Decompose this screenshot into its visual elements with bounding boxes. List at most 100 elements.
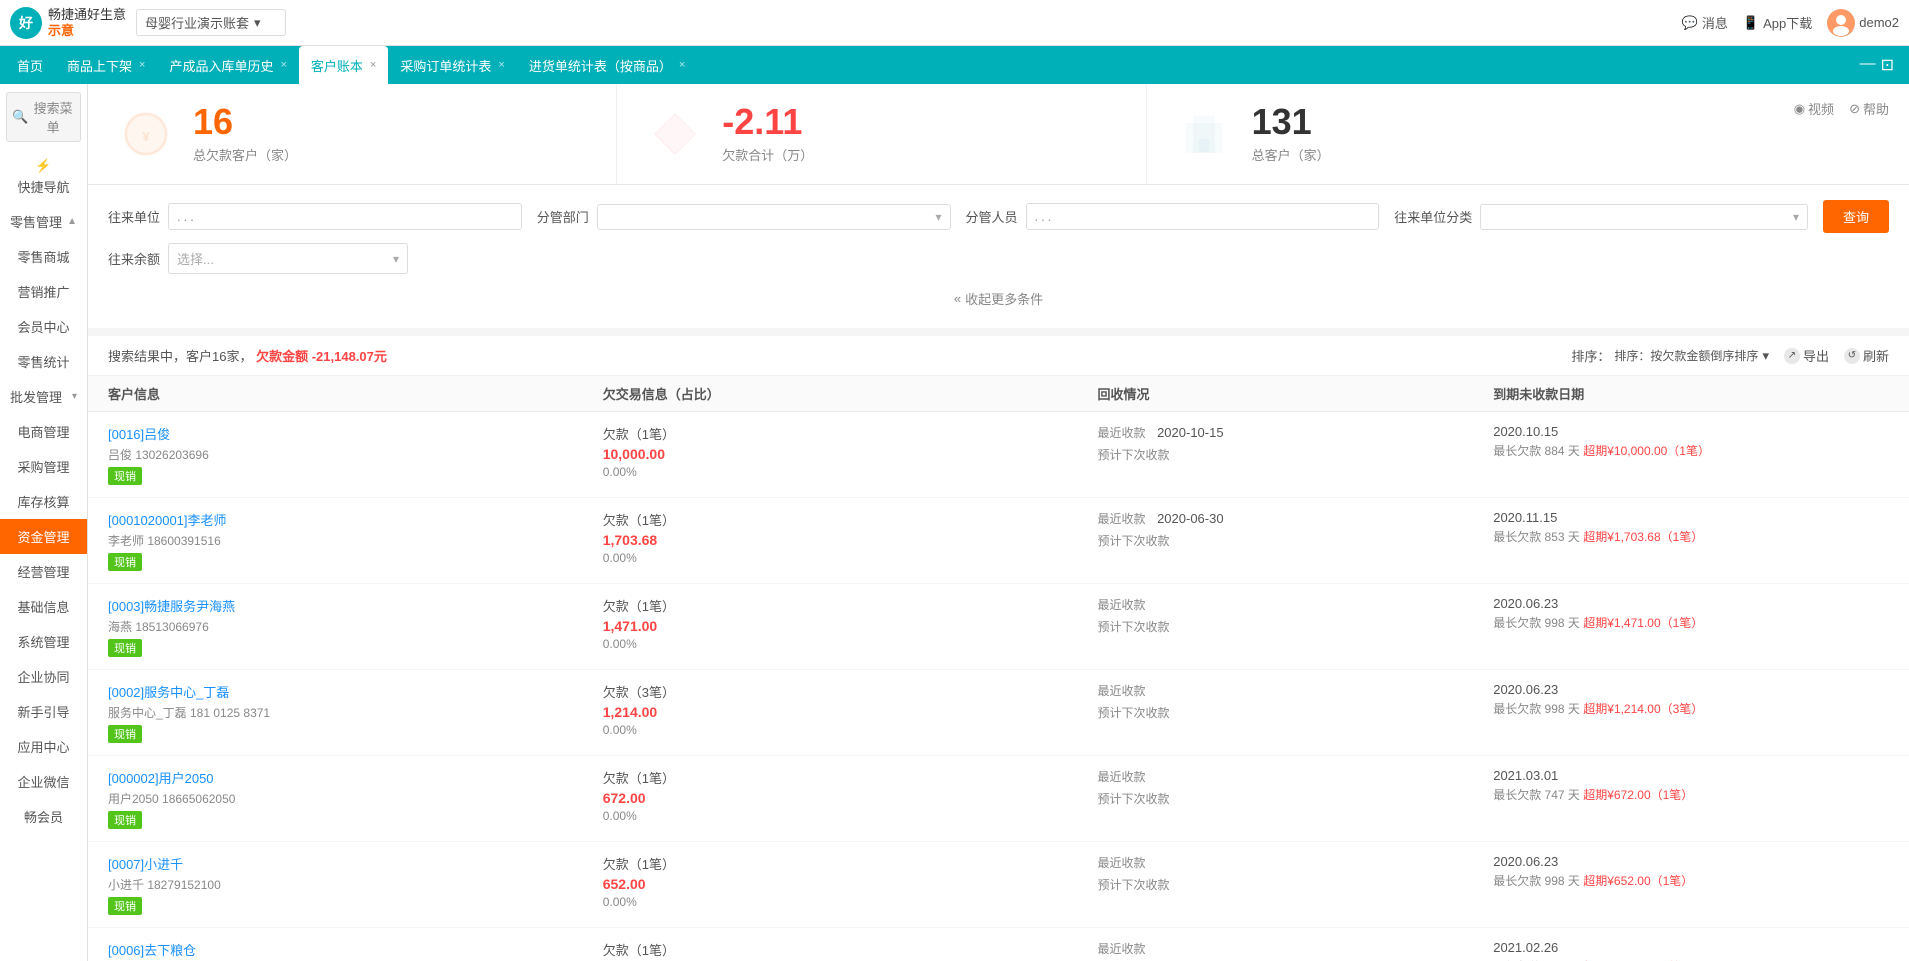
overdue-link-5[interactable]: 超期¥652.00（1笔） bbox=[1583, 874, 1693, 888]
app-download-button[interactable]: 📱 App下载 bbox=[1743, 13, 1812, 32]
top-bar: 好 畅捷通好生意 示意 母婴行业演示账套 ▾ 💬 消息 📱 App下载 bbox=[0, 0, 1909, 46]
sidebar-item-retail-mgmt[interactable]: 零售管理 ▲ bbox=[0, 204, 87, 239]
close-tab-products-icon[interactable]: × bbox=[139, 59, 145, 71]
tab-home[interactable]: 首页 bbox=[5, 46, 55, 84]
customer-name-6[interactable]: [0006]去下粮仓 bbox=[108, 940, 603, 959]
close-tab-customer-icon[interactable]: × bbox=[370, 59, 376, 71]
overdue-link-0[interactable]: 超期¥10,000.00（1笔） bbox=[1583, 444, 1710, 458]
refresh-button[interactable]: ↺ 刷新 bbox=[1844, 346, 1889, 365]
stat-info-total-customers: 131 总客户（家） bbox=[1252, 104, 1330, 164]
overdue-link-2[interactable]: 超期¥1,471.00（1笔） bbox=[1583, 616, 1703, 630]
sidebar-item-basic-info[interactable]: 基础信息 bbox=[0, 589, 87, 624]
sidebar-item-retail-stats[interactable]: 零售统计 bbox=[0, 344, 87, 379]
tab-production-history[interactable]: 产成品入库单历史 × bbox=[157, 46, 298, 84]
table-row: [0016]吕俊 吕俊 13026203696 现销 欠款（1笔） 10,000… bbox=[88, 412, 1909, 498]
sidebar-item-new-guide[interactable]: 新手引导 bbox=[0, 694, 87, 729]
from-unit-dots: ... bbox=[177, 209, 197, 224]
customer-info-4: [000002]用户2050 用户2050 18665062050 现销 bbox=[108, 768, 603, 829]
filter-collapse-area: « 收起更多条件 bbox=[108, 284, 1889, 313]
customer-name-4[interactable]: [000002]用户2050 bbox=[108, 768, 603, 787]
sidebar-item-vip-member[interactable]: 畅会员 bbox=[0, 799, 87, 834]
query-button[interactable]: 查询 bbox=[1823, 200, 1889, 233]
tab-products-off[interactable]: 商品上下架 × bbox=[55, 46, 157, 84]
tab-purchase-stats[interactable]: 采购订单统计表 × bbox=[388, 46, 516, 84]
export-icon: ↗ bbox=[1784, 348, 1800, 364]
tab-stock-stats[interactable]: 进货单统计表（按商品） × bbox=[517, 46, 697, 84]
dept-select[interactable]: ▾ bbox=[597, 204, 951, 230]
sidebar-item-finance[interactable]: 资金管理 bbox=[0, 519, 87, 554]
from-unit-label: 往来单位 bbox=[108, 207, 160, 226]
company-selector[interactable]: 母婴行业演示账套 ▾ bbox=[136, 9, 286, 36]
sidebar-item-inventory[interactable]: 库存核算 bbox=[0, 484, 87, 519]
tab-bar: 首页 商品上下架 × 产成品入库单历史 × 客户账本 × 采购订单统计表 × 进… bbox=[0, 46, 1909, 84]
sidebar-item-batch-mgmt[interactable]: 批发管理 ▾ bbox=[0, 379, 87, 414]
stat-label-total-customers: 总客户（家） bbox=[1252, 145, 1330, 164]
avatar bbox=[1827, 9, 1855, 37]
customer-name-1[interactable]: [0001020001]李老师 bbox=[108, 510, 603, 529]
sidebar-item-marketing[interactable]: 营销推广 bbox=[0, 274, 87, 309]
tab-actions: — ⊡ bbox=[1850, 55, 1904, 75]
export-button[interactable]: ↗ 导出 bbox=[1784, 346, 1829, 365]
maximize-tab-icon[interactable]: ⊡ bbox=[1881, 55, 1894, 75]
user-avatar-area[interactable]: demo2 bbox=[1827, 9, 1899, 37]
debt-count-4: 欠款（1笔） bbox=[603, 768, 1098, 787]
video-link[interactable]: ◉ 视频 bbox=[1794, 99, 1834, 118]
double-arrow-up-icon: « bbox=[954, 291, 961, 306]
due-detail-3: 最长欠款 998 天 超期¥1,214.00（3笔） bbox=[1493, 700, 1889, 717]
sidebar-item-quick-nav[interactable]: ⚡ 快捷导航 bbox=[0, 150, 87, 204]
sidebar-item-app-center[interactable]: 应用中心 bbox=[0, 729, 87, 764]
customer-name-0[interactable]: [0016]吕俊 bbox=[108, 424, 603, 443]
table-body: [0016]吕俊 吕俊 13026203696 现销 欠款（1笔） 10,000… bbox=[88, 412, 1909, 961]
sidebar-item-purchase[interactable]: 采购管理 bbox=[0, 449, 87, 484]
top-bar-right: 💬 消息 📱 App下载 demo2 bbox=[1682, 9, 1899, 37]
filter-unit-category: 往来单位分类 ▾ bbox=[1394, 204, 1808, 230]
sidebar-item-member[interactable]: 会员中心 bbox=[0, 309, 87, 344]
logo-icon: 好 bbox=[10, 7, 42, 39]
collapse-button[interactable]: « 收起更多条件 bbox=[954, 289, 1043, 308]
from-unit-input[interactable]: ... bbox=[168, 203, 522, 230]
customer-info-3: [0002]服务中心_丁磊 服务中心_丁磊 181 0125 8371 现销 bbox=[108, 682, 603, 743]
minimize-tab-icon[interactable]: — bbox=[1860, 55, 1876, 75]
customer-info-6: [0006]去下粮仓 陈小希 现销 bbox=[108, 940, 603, 961]
sidebar-item-retail-mall[interactable]: 零售商城 bbox=[0, 239, 87, 274]
overdue-link-3[interactable]: 超期¥1,214.00（3笔） bbox=[1583, 702, 1703, 716]
sidebar-item-operations[interactable]: 经营管理 bbox=[0, 554, 87, 589]
balance-select[interactable]: 选择... ▾ bbox=[168, 243, 408, 274]
sort-select[interactable]: 排序： 排序：按欠款金额倒序排序 ▾ bbox=[1571, 346, 1769, 365]
debt-info-4: 欠款（1笔） 672.00 0.00% bbox=[603, 768, 1098, 823]
sidebar-item-enterprise-wechat[interactable]: 企业微信 bbox=[0, 764, 87, 799]
help-link[interactable]: ⊘ 帮助 bbox=[1849, 99, 1889, 118]
username: demo2 bbox=[1859, 15, 1899, 30]
sidebar-item-enterprise-collab[interactable]: 企业协同 bbox=[0, 659, 87, 694]
customer-info-1: [0001020001]李老师 李老师 18600391516 现销 bbox=[108, 510, 603, 571]
close-tab-purchase-icon[interactable]: × bbox=[498, 59, 504, 71]
close-tab-stock-icon[interactable]: × bbox=[679, 59, 685, 71]
customer-name-5[interactable]: [0007]小进千 bbox=[108, 854, 603, 873]
search-icon: 🔍 bbox=[12, 109, 28, 125]
customer-name-3[interactable]: [0002]服务中心_丁磊 bbox=[108, 682, 603, 701]
person-input[interactable]: ... bbox=[1026, 203, 1380, 230]
debt-ratio-3: 0.00% bbox=[603, 723, 1098, 737]
stat-number-debt-customers: 16 bbox=[193, 104, 297, 140]
next-collect-4: 预计下次收款 bbox=[1097, 790, 1493, 807]
overdue-link-1[interactable]: 超期¥1,703.68（1笔） bbox=[1583, 530, 1703, 544]
stat-label-debt-total: 欠款合计（万） bbox=[722, 145, 813, 164]
overdue-link-4[interactable]: 超期¥672.00（1笔） bbox=[1583, 788, 1693, 802]
debt-info-5: 欠款（1笔） 652.00 0.00% bbox=[603, 854, 1098, 909]
tab-customer-account[interactable]: 客户账本 × bbox=[299, 46, 388, 84]
debt-amount-0: 10,000.00 bbox=[603, 446, 1098, 462]
debt-count-5: 欠款（1笔） bbox=[603, 854, 1098, 873]
main-layout: 🔍 搜索菜单 ⚡ 快捷导航 零售管理 ▲ 零售商城 营销推广 会员中心 零售统计… bbox=[0, 84, 1909, 961]
close-tab-production-icon[interactable]: × bbox=[280, 59, 286, 71]
debt-info-1: 欠款（1笔） 1,703.68 0.00% bbox=[603, 510, 1098, 565]
sidebar-item-ecommerce[interactable]: 电商管理 bbox=[0, 414, 87, 449]
chevron-down-icon: ▾ bbox=[254, 15, 261, 31]
customer-name-2[interactable]: [0003]畅捷服务尹海燕 bbox=[108, 596, 603, 615]
unit-category-select[interactable]: ▾ bbox=[1480, 204, 1808, 230]
debt-amount-1: 1,703.68 bbox=[603, 532, 1098, 548]
debt-count-2: 欠款（1笔） bbox=[603, 596, 1098, 615]
debt-amount-2: 1,471.00 bbox=[603, 618, 1098, 634]
search-menu-button[interactable]: 🔍 搜索菜单 bbox=[6, 92, 81, 142]
sidebar-item-system[interactable]: 系统管理 bbox=[0, 624, 87, 659]
message-button[interactable]: 💬 消息 bbox=[1682, 13, 1728, 32]
